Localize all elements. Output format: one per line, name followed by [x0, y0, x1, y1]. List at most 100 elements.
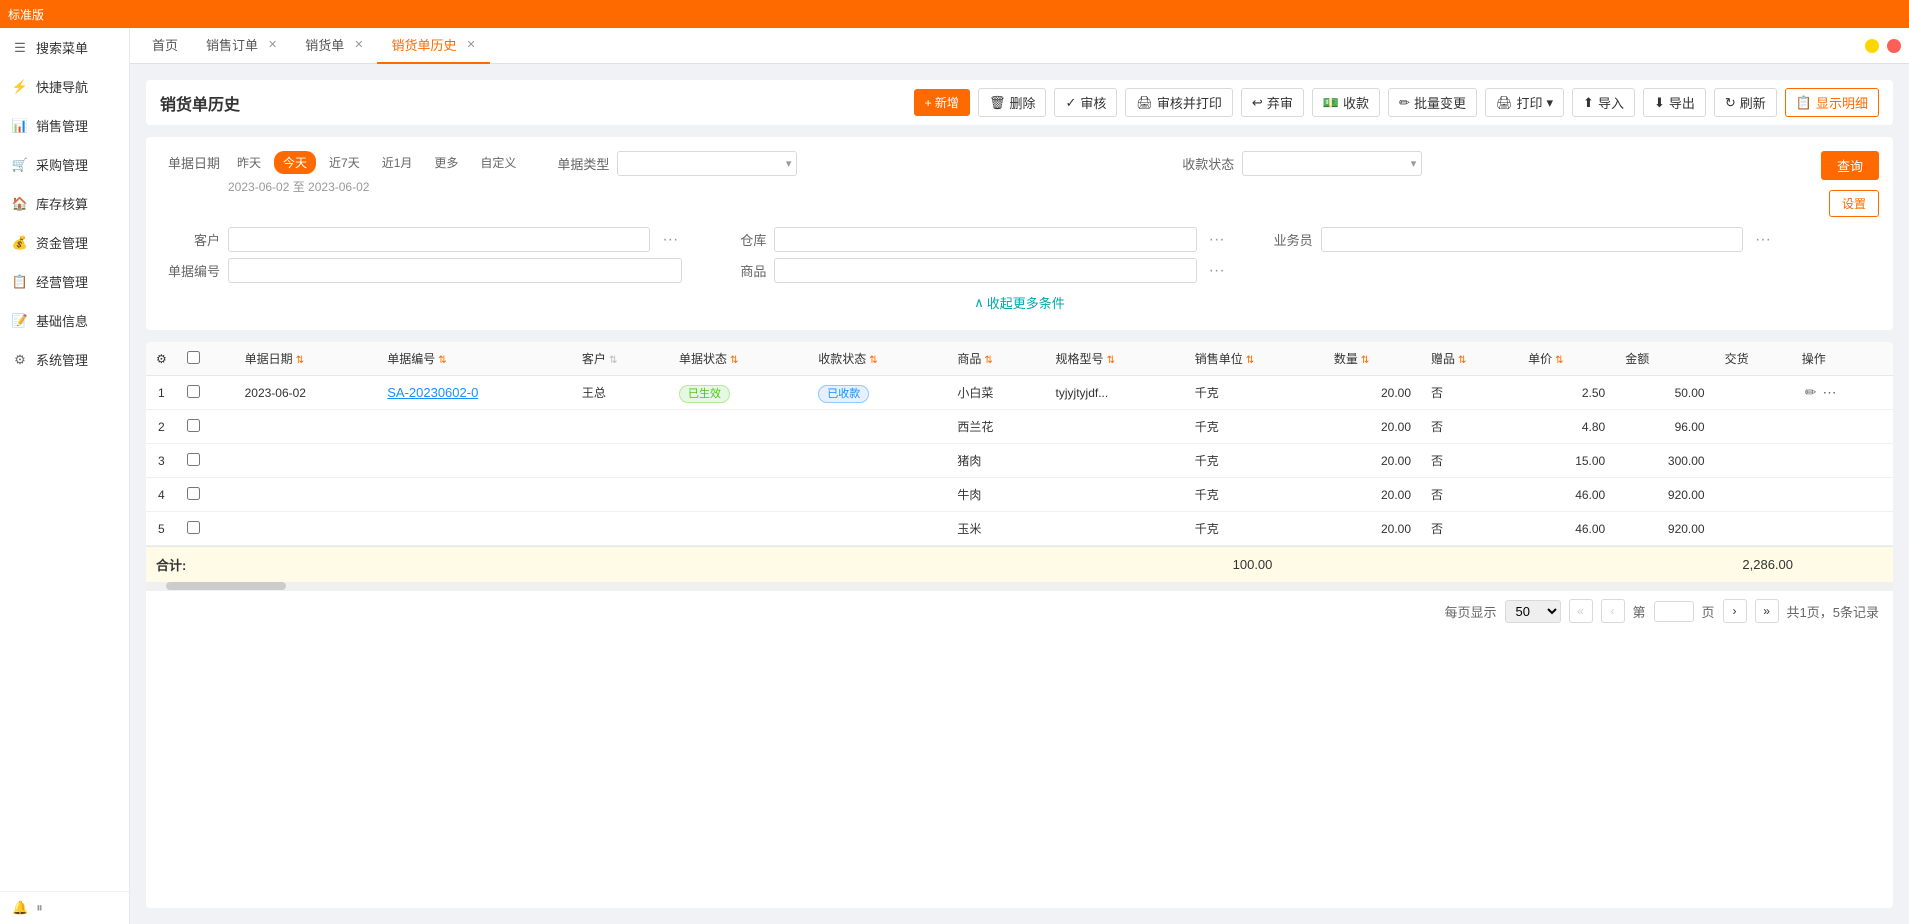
page-size-select[interactable]: 50 100 200	[1505, 600, 1561, 623]
row-checkbox[interactable]	[187, 453, 200, 466]
sort-doc-num-icon[interactable]: ⇅	[438, 355, 446, 366]
last-page-button[interactable]: »	[1755, 599, 1779, 623]
warehouse-input[interactable]	[774, 227, 1196, 252]
sort-collect-status-icon[interactable]: ⇅	[869, 355, 877, 366]
next-page-button[interactable]: ›	[1723, 599, 1747, 623]
sort-goods-icon[interactable]: ⇅	[984, 355, 992, 366]
sidebar-item-inventory[interactable]: 🏠 库存核算	[0, 184, 129, 223]
sort-gift-icon[interactable]: ⇅	[1458, 355, 1466, 366]
sidebar-bottom-icon1[interactable]: 🔔	[12, 900, 28, 916]
tab-sales-delivery-close[interactable]: ✕	[354, 38, 363, 51]
goods-input[interactable]	[774, 258, 1196, 283]
row-checkbox-cell[interactable]	[177, 512, 235, 546]
sort-customer-icon[interactable]: ⇅	[609, 355, 617, 366]
row-action[interactable]	[1792, 410, 1893, 444]
date-tag-more[interactable]: 更多	[425, 151, 467, 174]
collapse-button[interactable]: ∧ 收起更多条件	[974, 293, 1065, 312]
col-customer-header[interactable]: 客户⇅	[572, 342, 669, 376]
date-tag-yesterday[interactable]: 昨天	[228, 151, 270, 174]
table-row[interactable]: 5 玉米 千克 20.00 否 46.00 920.00	[146, 512, 1893, 546]
more-action-btn[interactable]: ⋯	[1819, 384, 1839, 400]
doc-num-input[interactable]	[228, 258, 682, 283]
minimize-button[interactable]	[1865, 39, 1879, 53]
horizontal-scrollbar[interactable]	[146, 582, 1893, 590]
date-tag-custom[interactable]: 自定义	[471, 151, 525, 174]
row-checkbox-cell[interactable]	[177, 478, 235, 512]
page-number-input[interactable]: 1	[1654, 601, 1694, 622]
tab-sales-history-close[interactable]: ✕	[467, 38, 476, 51]
tab-home[interactable]: 首页	[138, 28, 192, 64]
sidebar-item-basic-info[interactable]: 📝 基础信息	[0, 301, 129, 340]
table-row[interactable]: 2 西兰花 千克 20.00 否 4.80 96.00	[146, 410, 1893, 444]
col-goods-header[interactable]: 商品⇅	[947, 342, 1045, 376]
refresh-button[interactable]: ↻ 刷新	[1714, 88, 1777, 117]
row-action[interactable]	[1792, 478, 1893, 512]
sidebar-item-funds-mgmt[interactable]: 💰 资金管理	[0, 223, 129, 262]
sidebar-item-quick-nav[interactable]: ⚡ 快捷导航	[0, 67, 129, 106]
print-button[interactable]: 🖨 打印 ▾	[1485, 88, 1564, 117]
row-doc-num[interactable]	[377, 478, 572, 512]
query-button[interactable]: 查询	[1821, 151, 1879, 180]
tab-sales-delivery[interactable]: 销货单 ✕	[291, 28, 377, 64]
date-tag-7days[interactable]: 近7天	[320, 151, 369, 174]
scrollbar-thumb[interactable]	[166, 582, 286, 590]
row-checkbox-cell[interactable]	[177, 376, 235, 410]
date-tag-1month[interactable]: 近1月	[373, 151, 422, 174]
doc-type-select[interactable]	[617, 151, 797, 176]
warehouse-ellipsis[interactable]: ···	[1205, 231, 1229, 249]
tab-sales-order-close[interactable]: ✕	[268, 38, 277, 51]
tab-sales-order[interactable]: 销售订单 ✕	[192, 28, 291, 64]
row-doc-num[interactable]: SA-20230602-0	[377, 376, 572, 410]
doc-num-link[interactable]: SA-20230602-0	[387, 385, 478, 400]
row-doc-num[interactable]	[377, 512, 572, 546]
row-checkbox-cell[interactable]	[177, 444, 235, 478]
select-all-checkbox[interactable]	[187, 351, 200, 364]
sidebar-item-purchase-mgmt[interactable]: 🛒 采购管理	[0, 145, 129, 184]
show-detail-button[interactable]: 📋 显示明细	[1785, 88, 1879, 117]
row-checkbox[interactable]	[187, 385, 200, 398]
customer-input[interactable]	[228, 227, 650, 252]
row-checkbox[interactable]	[187, 419, 200, 432]
sidebar-item-ops-mgmt[interactable]: 📋 经营管理	[0, 262, 129, 301]
sort-spec-icon[interactable]: ⇅	[1107, 355, 1115, 366]
col-gift-header[interactable]: 赠品⇅	[1421, 342, 1518, 376]
close-button[interactable]	[1887, 39, 1901, 53]
col-settings-header[interactable]: ⚙	[146, 342, 177, 376]
col-checkbox-header[interactable]	[177, 342, 235, 376]
col-unit-header[interactable]: 销售单位⇅	[1185, 342, 1324, 376]
sidebar-item-sys-mgmt[interactable]: ⚙ 系统管理	[0, 340, 129, 379]
row-checkbox-cell[interactable]	[177, 410, 235, 444]
delete-button[interactable]: 🗑 删除	[978, 88, 1047, 117]
new-button[interactable]: + 新增	[914, 89, 970, 116]
customer-ellipsis[interactable]: ···	[658, 231, 682, 249]
table-row[interactable]: 1 2023-06-02 SA-20230602-0 王总 已生效 已收款 小白…	[146, 376, 1893, 410]
date-tag-today[interactable]: 今天	[274, 151, 316, 174]
col-collect-status-header[interactable]: 收款状态⇅	[808, 342, 947, 376]
audit-print-button[interactable]: 🖨 审核并打印	[1125, 88, 1233, 117]
settings-button[interactable]: 设置	[1829, 190, 1879, 217]
batch-change-button[interactable]: ✏ 批量变更	[1388, 88, 1477, 117]
sort-doc-date-icon[interactable]: ⇅	[296, 355, 304, 366]
abandon-button[interactable]: ↩ 弃审	[1241, 88, 1304, 117]
sort-doc-status-icon[interactable]: ⇅	[730, 355, 738, 366]
export-button[interactable]: ⬇ 导出	[1643, 88, 1706, 117]
salesperson-ellipsis[interactable]: ···	[1751, 231, 1775, 249]
row-doc-num[interactable]	[377, 444, 572, 478]
col-doc-date-header[interactable]: 单据日期⇅	[235, 342, 378, 376]
col-doc-status-header[interactable]: 单据状态⇅	[669, 342, 808, 376]
table-row[interactable]: 3 猪肉 千克 20.00 否 15.00 300.00	[146, 444, 1893, 478]
first-page-button[interactable]: «	[1569, 599, 1593, 623]
row-action[interactable]: ✏⋯	[1792, 376, 1893, 410]
row-doc-num[interactable]	[377, 410, 572, 444]
collect-status-select[interactable]	[1242, 151, 1422, 176]
col-price-header[interactable]: 单价⇅	[1518, 342, 1615, 376]
prev-page-button[interactable]: ‹	[1601, 599, 1625, 623]
salesperson-input[interactable]	[1321, 227, 1743, 252]
sort-price-icon[interactable]: ⇅	[1555, 355, 1563, 366]
goods-ellipsis[interactable]: ···	[1205, 262, 1229, 280]
col-spec-header[interactable]: 规格型号⇅	[1046, 342, 1185, 376]
collect-button[interactable]: 💵 收款	[1312, 88, 1380, 117]
row-action[interactable]	[1792, 512, 1893, 546]
col-qty-header[interactable]: 数量⇅	[1324, 342, 1421, 376]
sort-qty-icon[interactable]: ⇅	[1361, 355, 1369, 366]
